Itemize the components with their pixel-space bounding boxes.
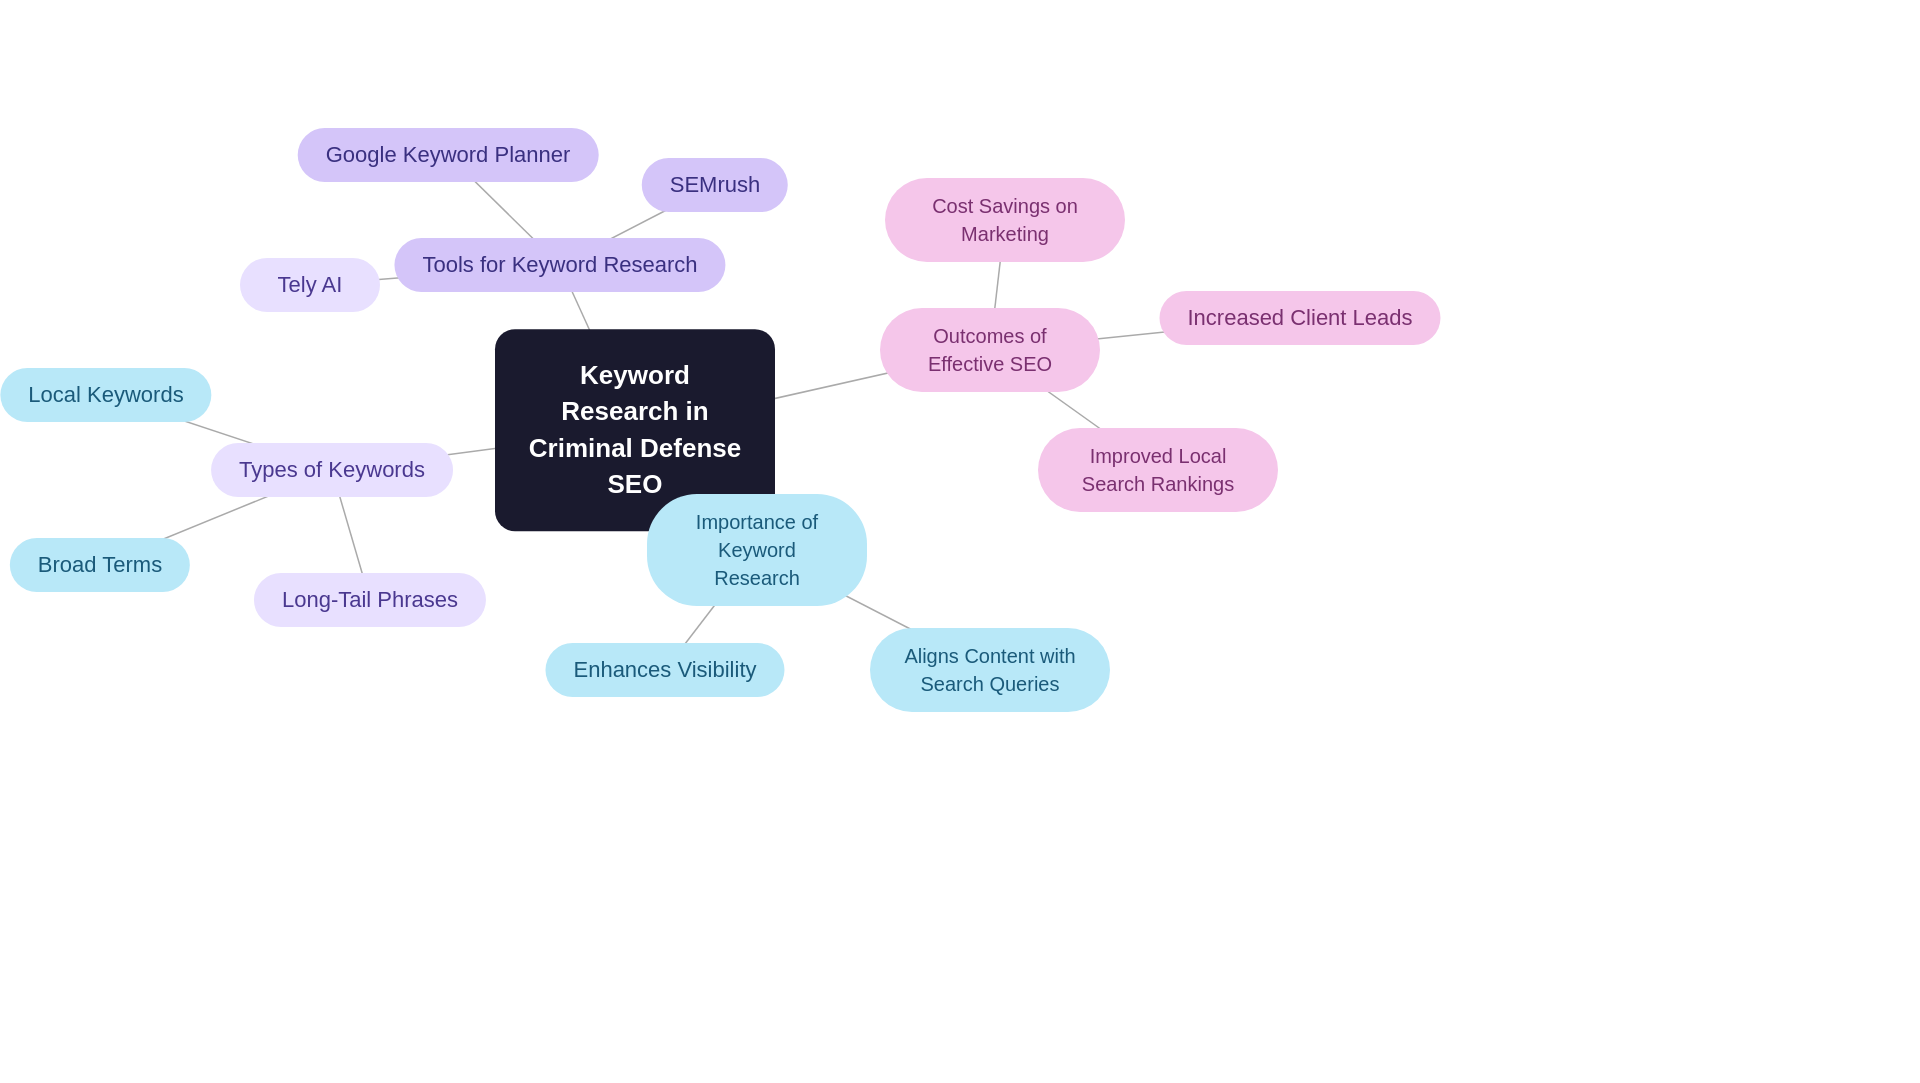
node-cost: Cost Savings on Marketing	[885, 178, 1125, 262]
node-longtail: Long-Tail Phrases	[254, 573, 486, 627]
node-google: Google Keyword Planner	[298, 128, 599, 182]
node-rankings: Improved Local Search Rankings	[1038, 428, 1278, 512]
node-local: Local Keywords	[0, 368, 211, 422]
node-outcomes: Outcomes of Effective SEO	[880, 308, 1100, 392]
node-leads: Increased Client Leads	[1159, 291, 1440, 345]
node-broad: Broad Terms	[10, 538, 190, 592]
node-tely: Tely AI	[240, 258, 380, 312]
mindmap-container: Keyword Research in Criminal Defense SEO…	[0, 0, 1920, 1083]
node-enhances: Enhances Visibility	[545, 643, 784, 697]
connections-svg	[0, 0, 1920, 1083]
node-types: Types of Keywords	[211, 443, 453, 497]
node-importance: Importance of Keyword Research	[647, 494, 867, 606]
node-tools: Tools for Keyword Research	[394, 238, 725, 292]
node-semrush: SEMrush	[642, 158, 788, 212]
node-aligns: Aligns Content with Search Queries	[870, 628, 1110, 712]
